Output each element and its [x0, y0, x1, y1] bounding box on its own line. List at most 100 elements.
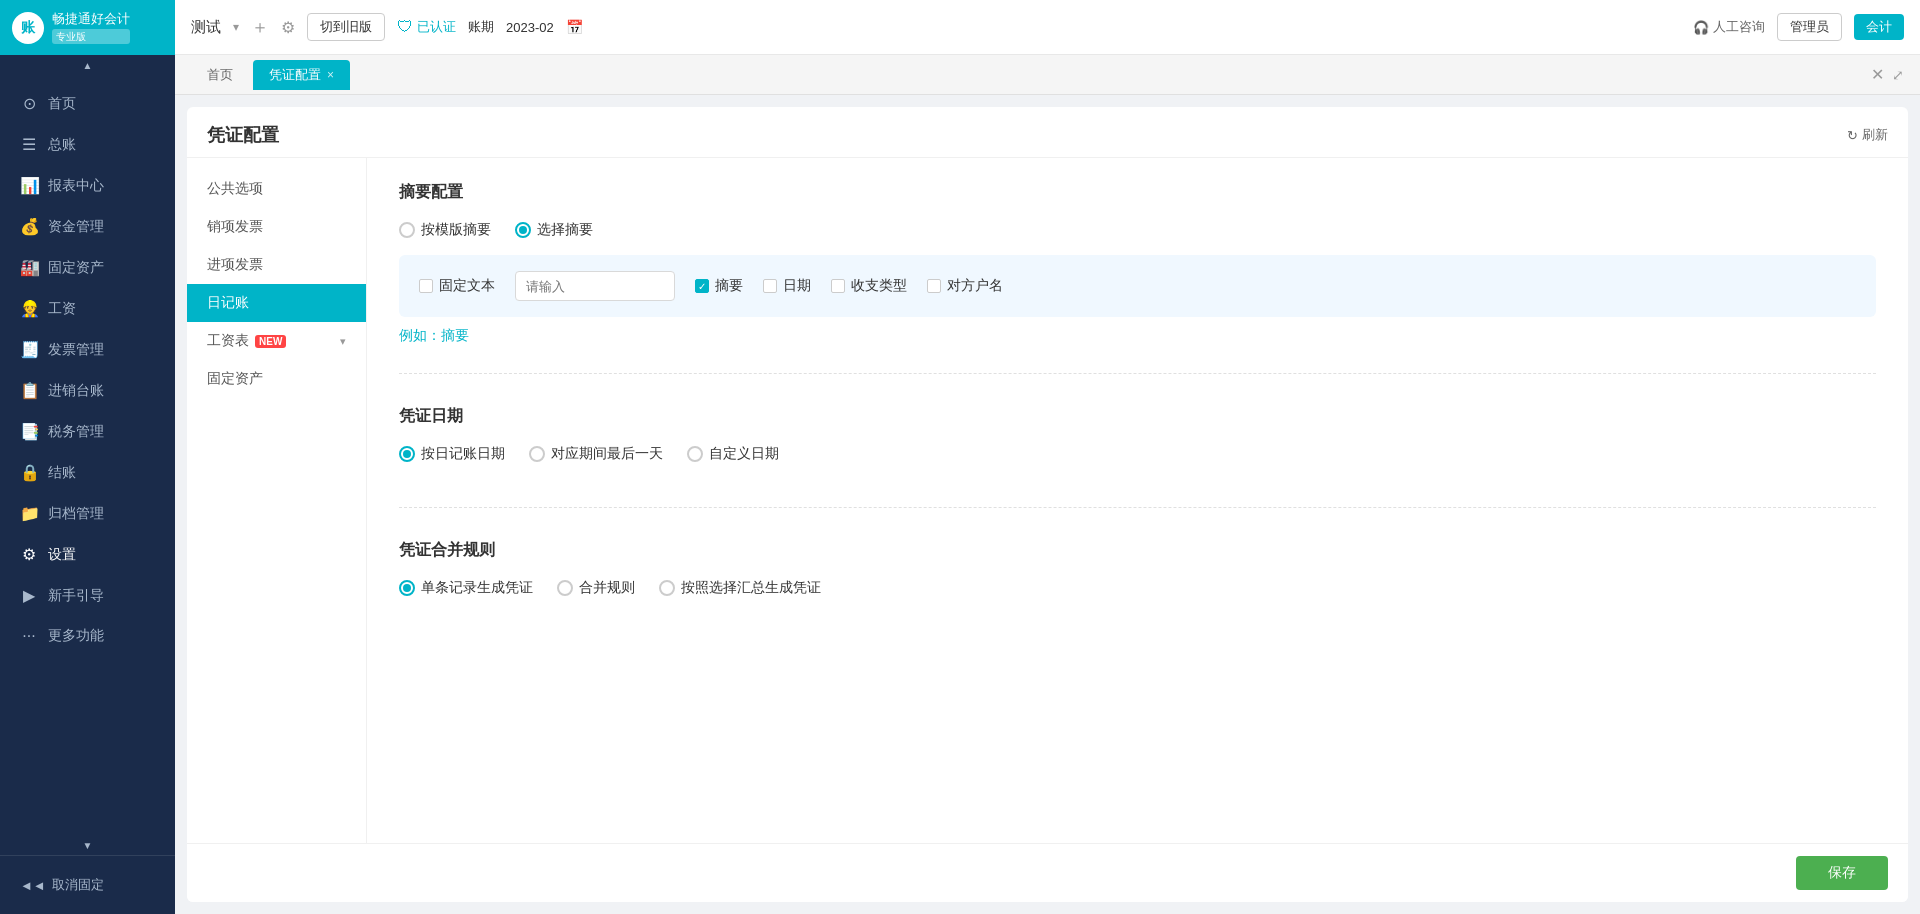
left-nav-fixed-assets[interactable]: 固定资产	[187, 360, 366, 398]
tabs-bar: 首页 凭证配置 × ✕ ⤢	[175, 55, 1920, 95]
topbar: 测试 ▾ ＋ ⚙ 切到旧版 🛡 已认证 账期 2023-02 📅 🎧 人工咨询 …	[175, 0, 1920, 55]
sidebar-nav: ⊙ 首页 ☰ 总账 📊 报表中心 💰 资金管理 🏭 固定资产 👷 工资 🧾 发票…	[0, 75, 175, 835]
left-nav-payroll-label-wrap: 工资表 NEW	[207, 332, 286, 350]
topbar-gear-icon[interactable]: ⚙	[281, 18, 295, 37]
checkbox-date-box	[763, 279, 777, 293]
sidebar-item-label: 归档管理	[48, 505, 104, 523]
radio-custom-date-label: 自定义日期	[709, 445, 779, 463]
tab-current-label: 凭证配置	[269, 66, 321, 84]
date-radio-group: 按日记账日期 对应期间最后一天 自定义日期	[399, 445, 1876, 463]
archive-icon: 📁	[20, 504, 38, 523]
sidebar-item-more[interactable]: ··· 更多功能	[0, 616, 175, 656]
radio-single-record[interactable]: 单条记录生成凭证	[399, 579, 533, 597]
tabs-close-window-btn[interactable]: ✕	[1871, 65, 1884, 84]
radio-by-selection[interactable]: 按照选择汇总生成凭证	[659, 579, 821, 597]
tabs-expand-btn[interactable]: ⤢	[1892, 67, 1904, 83]
topbar-chevron-icon[interactable]: ▾	[233, 20, 239, 34]
checkbox-date[interactable]: 日期	[763, 277, 811, 295]
cancel-fixed-label: 取消固定	[52, 876, 104, 894]
left-nav-payroll-label: 工资表	[207, 332, 249, 350]
purchase-sale-icon: 📋	[20, 381, 38, 400]
radio-template-label: 按模版摘要	[421, 221, 491, 239]
radio-merge-label: 合并规则	[579, 579, 635, 597]
section-merge-title: 凭证合并规则	[399, 540, 1876, 561]
merge-radio-group: 单条记录生成凭证 合并规则 按照选择汇总生成凭证	[399, 579, 1876, 597]
refresh-btn[interactable]: ↻ 刷新	[1847, 126, 1888, 144]
radio-custom-date[interactable]: 自定义日期	[687, 445, 779, 463]
sidebar-item-tax[interactable]: 📑 税务管理	[0, 411, 175, 452]
radio-merge-rule[interactable]: 合并规则	[557, 579, 635, 597]
left-nav-public-label: 公共选项	[207, 180, 263, 196]
radio-journal-date[interactable]: 按日记账日期	[399, 445, 505, 463]
logo-text-block: 畅捷通好会计 专业版	[52, 11, 130, 45]
sidebar-scroll-down[interactable]: ▼	[0, 835, 175, 855]
guide-icon: ▶	[20, 586, 38, 605]
cancel-fixed-btn[interactable]: ◄◄ 取消固定	[0, 866, 175, 904]
radio-select-summary[interactable]: 选择摘要	[515, 221, 593, 239]
sidebar-item-finance[interactable]: 💰 资金管理	[0, 206, 175, 247]
sidebar-item-invoice[interactable]: 🧾 发票管理	[0, 329, 175, 370]
checkbox-fixed-text-label: 固定文本	[439, 277, 495, 295]
sidebar-item-guide[interactable]: ▶ 新手引导	[0, 575, 175, 616]
left-nav-payroll[interactable]: 工资表 NEW ▾	[187, 322, 366, 360]
section-summary: 摘要配置 按模版摘要 选择摘要	[399, 182, 1876, 374]
tab-voucher-config[interactable]: 凭证配置 ×	[253, 60, 350, 90]
left-nav-public[interactable]: 公共选项	[187, 170, 366, 208]
sidebar-item-label: 发票管理	[48, 341, 104, 359]
example-text: 例如：摘要	[399, 327, 1876, 345]
page-body: 公共选项 销项发票 进项发票 日记账 工资表	[187, 158, 1908, 843]
sidebar-item-home[interactable]: ⊙ 首页	[0, 83, 175, 124]
checkbox-summary[interactable]: ✓ 摘要	[695, 277, 743, 295]
checkbox-counterparty[interactable]: 对方户名	[927, 277, 1003, 295]
sidebar-item-label: 新手引导	[48, 587, 104, 605]
radio-last-day-label: 对应期间最后一天	[551, 445, 663, 463]
left-nav-purchase-invoice[interactable]: 进项发票	[187, 246, 366, 284]
topbar-period-value: 2023-02	[506, 20, 554, 35]
topbar-calendar-icon[interactable]: 📅	[566, 19, 583, 35]
checkbox-fixed-text[interactable]: 固定文本	[419, 277, 495, 295]
radio-last-day[interactable]: 对应期间最后一天	[529, 445, 663, 463]
topbar-admin-btn[interactable]: 管理员	[1777, 13, 1842, 41]
refresh-icon: ↻	[1847, 128, 1858, 143]
topbar-certified: 🛡 已认证	[397, 18, 456, 36]
sidebar-item-purchase-sale[interactable]: 📋 进销台账	[0, 370, 175, 411]
finance-icon: 💰	[20, 217, 38, 236]
logo-icon: 账	[12, 12, 44, 44]
tab-close-btn[interactable]: ×	[327, 68, 334, 82]
fixed-text-input[interactable]	[515, 271, 675, 301]
left-nav-purchase-label: 进项发票	[207, 256, 263, 272]
section-date-title: 凭证日期	[399, 406, 1876, 427]
checkbox-counterparty-label: 对方户名	[947, 277, 1003, 295]
right-content: 摘要配置 按模版摘要 选择摘要	[367, 158, 1908, 843]
topbar-accountant-btn[interactable]: 会计	[1854, 14, 1904, 40]
sidebar-item-payroll[interactable]: 👷 工资	[0, 288, 175, 329]
sidebar-item-label: 首页	[48, 95, 76, 113]
radio-single-label: 单条记录生成凭证	[421, 579, 533, 597]
tab-home[interactable]: 首页	[191, 60, 249, 90]
left-nav-journal[interactable]: 日记账	[187, 284, 366, 322]
sidebar-item-close[interactable]: 🔒 结账	[0, 452, 175, 493]
switch-old-btn[interactable]: 切到旧版	[307, 13, 385, 41]
sidebar-item-ledger[interactable]: ☰ 总账	[0, 124, 175, 165]
radio-template-summary[interactable]: 按模版摘要	[399, 221, 491, 239]
topbar-consult-btn[interactable]: 🎧 人工咨询	[1693, 18, 1765, 36]
radio-select-circle	[515, 222, 531, 238]
left-nav-sales-invoice[interactable]: 销项发票	[187, 208, 366, 246]
sidebar-item-assets[interactable]: 🏭 固定资产	[0, 247, 175, 288]
sidebar-item-label: 设置	[48, 546, 76, 564]
save-button[interactable]: 保存	[1796, 856, 1888, 890]
expand-arrow-icon: ▾	[340, 335, 346, 348]
sidebar-item-reports[interactable]: 📊 报表中心	[0, 165, 175, 206]
sidebar-item-archive[interactable]: 📁 归档管理	[0, 493, 175, 534]
sidebar-scroll-up[interactable]: ▲	[0, 55, 175, 75]
radio-by-selection-circle	[659, 580, 675, 596]
payroll-icon: 👷	[20, 299, 38, 318]
checkbox-income-type[interactable]: 收支类型	[831, 277, 907, 295]
topbar-add-btn[interactable]: ＋	[251, 15, 269, 39]
sidebar-logo: 账 畅捷通好会计 专业版	[0, 0, 175, 55]
tax-icon: 📑	[20, 422, 38, 441]
checkbox-summary-label: 摘要	[715, 277, 743, 295]
checkbox-date-label: 日期	[783, 277, 811, 295]
sidebar-item-label: 报表中心	[48, 177, 104, 195]
sidebar-item-settings[interactable]: ⚙ 设置	[0, 534, 175, 575]
